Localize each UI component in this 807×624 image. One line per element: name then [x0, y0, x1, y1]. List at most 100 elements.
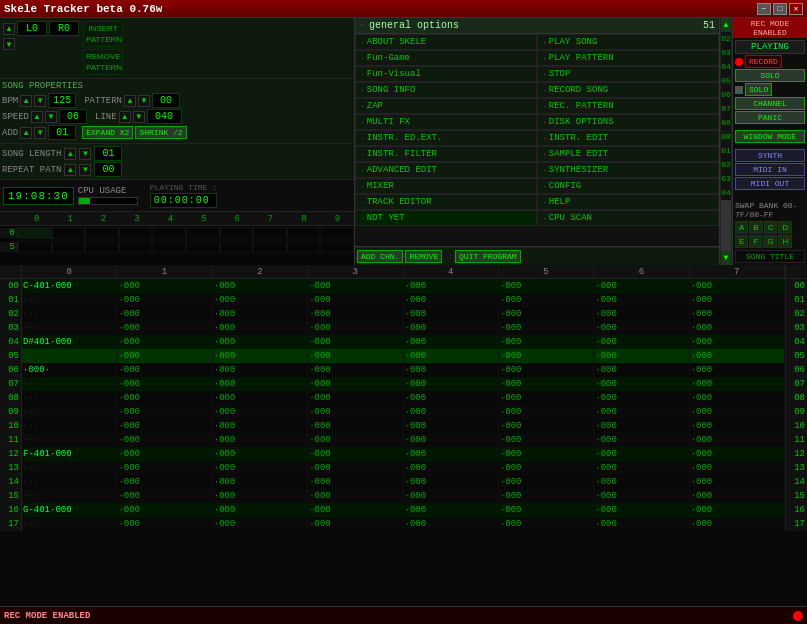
track-cell[interactable]: ·000 [594, 433, 689, 447]
track-cell[interactable]: ·000 [594, 363, 689, 377]
track-cell[interactable]: ·000 [690, 447, 785, 461]
track-cell[interactable]: ·000 [404, 377, 499, 391]
repeat-up-button[interactable]: ▲ [64, 164, 76, 176]
track-cell[interactable]: ·000· [22, 349, 117, 363]
track-cell[interactable]: ·000 [308, 419, 403, 433]
synth-button[interactable]: SYNTH [735, 149, 805, 162]
track-cell[interactable]: ·000 [594, 419, 689, 433]
bank-f-button[interactable]: F [749, 235, 762, 248]
table-row[interactable]: 12F-401·000·000·000·000·000·000·000·0001… [0, 447, 807, 461]
track-cell[interactable]: ·000 [308, 363, 403, 377]
repeat-down-button[interactable]: ▼ [79, 164, 91, 176]
track-cell[interactable]: ·000 [213, 447, 308, 461]
track-cell[interactable]: ·000 [117, 447, 212, 461]
panic-button[interactable]: PANIC [735, 111, 805, 124]
track-cell[interactable]: ·000 [594, 405, 689, 419]
track-cell[interactable]: ·000 [690, 279, 785, 293]
track-cell[interactable]: ·000 [499, 307, 594, 321]
track-cell[interactable]: D#401·000 [22, 335, 117, 349]
add-up-button[interactable]: ▲ [20, 127, 32, 139]
track-cell[interactable]: ·000 [499, 391, 594, 405]
track-cell[interactable]: ·000 [213, 517, 308, 531]
track-cell[interactable]: ·000 [117, 419, 212, 433]
minimize-button[interactable]: − [757, 3, 771, 15]
track-cell[interactable]: ··· [22, 293, 117, 307]
track-cell[interactable]: ·000 [117, 377, 212, 391]
track-cell[interactable]: ·000 [404, 391, 499, 405]
track-cell[interactable]: ·000 [499, 279, 594, 293]
track-cell[interactable]: ·000 [499, 335, 594, 349]
menu-item-fun-visual[interactable]: ·Fun-Visual [355, 66, 537, 82]
seq-cell[interactable] [253, 241, 287, 253]
menu-item-cpu-scan[interactable]: ·CPU SCAN [537, 210, 719, 226]
table-row[interactable]: 17····000·000·000·000·000·000·00017 [0, 517, 807, 531]
close-button[interactable]: ✕ [789, 3, 803, 15]
track-cell[interactable]: ·000 [117, 363, 212, 377]
track-cell[interactable]: ·000 [404, 307, 499, 321]
track-cell[interactable]: ··· [22, 307, 117, 321]
track-cell[interactable]: ·000 [404, 349, 499, 363]
track-cell[interactable]: ·000 [690, 391, 785, 405]
track-cell[interactable]: ··· [22, 419, 117, 433]
table-row[interactable]: 10····000·000·000·000·000·000·00010 [0, 419, 807, 433]
track-cell[interactable]: ·000 [117, 321, 212, 335]
track-cell[interactable]: ··· [22, 405, 117, 419]
track-cell[interactable]: ·000 [308, 405, 403, 419]
seq-cell[interactable] [52, 241, 86, 253]
track-cell[interactable]: ·000 [213, 405, 308, 419]
track-cell[interactable]: ·000 [499, 349, 594, 363]
seq-cell[interactable] [186, 241, 220, 253]
speed-up-button[interactable]: ▲ [31, 111, 43, 123]
song-length-down-button[interactable]: ▼ [79, 148, 91, 160]
table-row[interactable]: 05·000··000·000·000·000·000·000·00005 [0, 349, 807, 363]
menu-item-disk-options[interactable]: ·DISK OPTIONS [537, 114, 719, 130]
table-row[interactable]: 02····000·000·000·000·000·000·00002 [0, 307, 807, 321]
seq-cell[interactable] [220, 227, 254, 239]
table-row[interactable]: 16G-401·000·000·000·000·000·000·000·0001… [0, 503, 807, 517]
song-title-display[interactable]: SONG TITLE [735, 250, 805, 263]
track-cell[interactable]: ·000 [499, 461, 594, 475]
track-cell[interactable]: ·000 [690, 461, 785, 475]
track-cell[interactable]: ·000 [594, 335, 689, 349]
seq-cell[interactable] [320, 241, 354, 253]
track-cell[interactable]: ·000 [117, 293, 212, 307]
track-cell[interactable]: ·000 [213, 433, 308, 447]
track-cell[interactable]: ·000 [308, 461, 403, 475]
track-cell[interactable]: ··· [22, 377, 117, 391]
track-cell[interactable]: ·000 [690, 349, 785, 363]
menu-item-not-yet[interactable]: ·NOT YET [355, 210, 537, 226]
track-cell[interactable]: ··· [22, 517, 117, 531]
bank-e-button[interactable]: E [735, 235, 748, 248]
table-row[interactable]: 08····000·000·000·000·000·000·00008 [0, 391, 807, 405]
seq-cell[interactable] [287, 241, 321, 253]
track-cell[interactable]: ·000 [213, 475, 308, 489]
bpm-down-button[interactable]: ▼ [34, 95, 46, 107]
track-cell[interactable]: ·000 [404, 419, 499, 433]
track-cell[interactable]: ··· [22, 391, 117, 405]
line-up-button[interactable]: ▲ [119, 111, 131, 123]
menu-item-sample-edit[interactable]: ·SAMPLE EDIT [537, 146, 719, 162]
track-cell[interactable]: ·000 [213, 335, 308, 349]
pattern-down-button[interactable]: ▼ [138, 95, 150, 107]
track-cell[interactable]: ·000 [404, 363, 499, 377]
line-down-button[interactable]: ▼ [133, 111, 145, 123]
bank-g-button[interactable]: G [763, 235, 777, 248]
track-cell[interactable]: ··· [22, 475, 117, 489]
midi-out-button[interactable]: MIDI OUT [735, 177, 805, 190]
menu-item-play-pattern[interactable]: ·PLAY PATTERN [537, 50, 719, 66]
track-cell[interactable]: ·000 [404, 461, 499, 475]
track-cell[interactable]: ·000 [117, 335, 212, 349]
track-cell[interactable]: ·000 [594, 461, 689, 475]
scroll-down-btn[interactable]: ▼ [721, 251, 731, 265]
speed-down-button[interactable]: ▼ [45, 111, 57, 123]
menu-item-fun-game[interactable]: ·Fun-Game [355, 50, 537, 66]
track-cell[interactable]: G-401·000 [22, 503, 117, 517]
menu-item-rec-pattern[interactable]: ·REC. PATTERN [537, 98, 719, 114]
track-cell[interactable]: ·000 [499, 419, 594, 433]
track-cell[interactable]: ·000 [213, 321, 308, 335]
track-cell[interactable]: ·000 [213, 461, 308, 475]
seq-cell[interactable] [18, 241, 52, 253]
track-cell[interactable]: ·000 [690, 363, 785, 377]
insert-pattern-button[interactable]: INSERT PATTERN [83, 21, 123, 47]
menu-item-track-editor[interactable]: ·TRACK EDITOR [355, 194, 537, 210]
